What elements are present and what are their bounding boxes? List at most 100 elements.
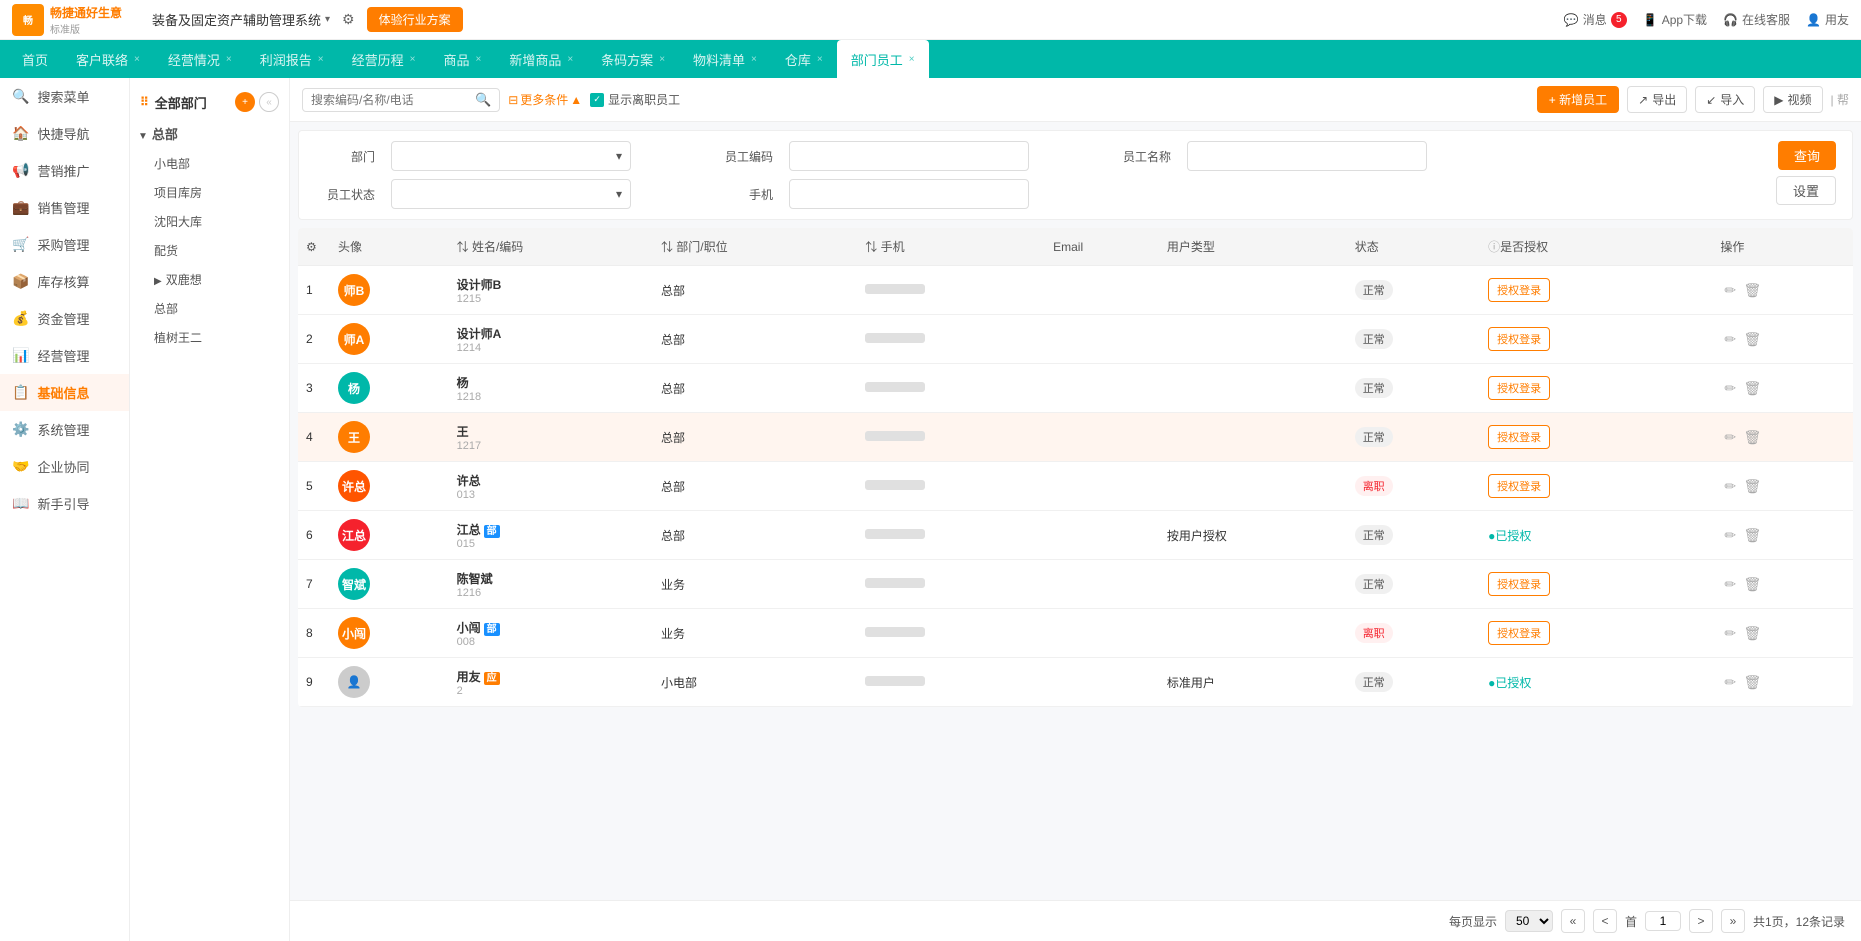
edit-icon[interactable]: ✏	[1724, 429, 1736, 445]
dept-item-headquarters-parent[interactable]: ▼总部	[130, 118, 289, 149]
delete-icon[interactable]: 🗑	[1743, 674, 1761, 690]
trial-btn[interactable]: 体验行业方案	[367, 7, 463, 32]
status-filter-select[interactable]: ▾	[391, 179, 631, 209]
auth-login-btn[interactable]: 授权登录	[1488, 621, 1550, 645]
tab-profit-close[interactable]: ×	[318, 54, 324, 65]
tab-history-close[interactable]: ×	[410, 54, 416, 65]
tab-barcode[interactable]: 条码方案×	[587, 40, 679, 78]
help-btn[interactable]: | 帮	[1831, 91, 1849, 108]
delete-icon[interactable]: 🗑	[1743, 331, 1761, 347]
edit-icon[interactable]: ✏	[1724, 331, 1736, 347]
more-conditions-btn[interactable]: ⊟ 更多条件 ▲	[508, 91, 582, 108]
sidebar-item-finance[interactable]: 💰 资金管理	[0, 300, 129, 337]
edit-icon[interactable]: ✏	[1724, 674, 1736, 690]
tab-bom[interactable]: 物料清单×	[679, 40, 771, 78]
next-page-btn[interactable]: >	[1689, 909, 1713, 933]
sidebar-item-purchase[interactable]: 🛒 采购管理	[0, 226, 129, 263]
delete-icon[interactable]: 🗑	[1743, 625, 1761, 641]
sidebar-item-marketing[interactable]: 📢 营销推广	[0, 152, 129, 189]
search-input-wrap[interactable]: 🔍	[302, 88, 500, 112]
dept-item-headquarters[interactable]: 总部	[130, 294, 289, 323]
search-trigger-icon[interactable]: 🔍	[475, 92, 491, 108]
gear-icon[interactable]: ⚙	[342, 11, 355, 28]
edit-icon[interactable]: ✏	[1724, 282, 1736, 298]
delete-icon[interactable]: 🗑	[1743, 380, 1761, 396]
app-download-btn[interactable]: 📱 App下载	[1643, 11, 1707, 28]
online-service-btn[interactable]: 🎧 在线客服	[1723, 11, 1790, 28]
import-btn[interactable]: ↙ 导入	[1695, 86, 1755, 113]
table-settings-icon[interactable]: ⚙	[306, 240, 317, 254]
delete-icon[interactable]: 🗑	[1743, 429, 1761, 445]
tab-employees-close[interactable]: ×	[909, 54, 915, 65]
tab-history[interactable]: 经营历程×	[338, 40, 430, 78]
dept-add-btn[interactable]: +	[235, 92, 255, 112]
phone-input[interactable]	[789, 179, 1029, 209]
tab-goods-close[interactable]: ×	[475, 54, 481, 65]
sidebar-item-inventory[interactable]: 📦 库存核算	[0, 263, 129, 300]
delete-icon[interactable]: 🗑	[1743, 576, 1761, 592]
sidebar-item-business[interactable]: 📊 经营管理	[0, 337, 129, 374]
tab-customer[interactable]: 客户联络×	[62, 40, 154, 78]
sidebar-item-nav[interactable]: 🏠 快捷导航	[0, 115, 129, 152]
sidebar-item-system[interactable]: ⚙️ 系统管理	[0, 411, 129, 448]
tab-profit[interactable]: 利润报告×	[246, 40, 338, 78]
emp-name-input[interactable]	[1187, 141, 1427, 171]
sidebar-item-basic[interactable]: 📋 基础信息	[0, 374, 129, 411]
tab-add-goods-close[interactable]: ×	[567, 54, 573, 65]
tab-home[interactable]: 首页	[8, 40, 62, 78]
tab-bom-close[interactable]: ×	[751, 54, 757, 65]
per-page-select[interactable]: 50	[1505, 910, 1553, 932]
delete-icon[interactable]: 🗑	[1743, 527, 1761, 543]
dept-item-project-warehouse[interactable]: 项目库房	[130, 178, 289, 207]
tab-barcode-close[interactable]: ×	[659, 54, 665, 65]
add-employee-btn[interactable]: + 新增员工	[1537, 86, 1619, 113]
search-input[interactable]	[311, 93, 471, 107]
query-btn[interactable]: 查询	[1778, 141, 1836, 170]
sidebar-item-sales[interactable]: 💼 销售管理	[0, 189, 129, 226]
system-dropdown-icon[interactable]: ▾	[325, 14, 330, 25]
auth-login-btn[interactable]: 授权登录	[1488, 327, 1550, 351]
auth-login-btn[interactable]: 授权登录	[1488, 425, 1550, 449]
edit-icon[interactable]: ✏	[1724, 527, 1736, 543]
dept-item-shenyang[interactable]: 沈阳大库	[130, 207, 289, 236]
tab-warehouse-close[interactable]: ×	[817, 54, 823, 65]
tab-employees[interactable]: 部门员工×	[837, 40, 929, 78]
tab-add-goods[interactable]: 新增商品×	[495, 40, 587, 78]
delete-icon[interactable]: 🗑	[1743, 282, 1761, 298]
sidebar-item-search[interactable]: 🔍 搜索菜单	[0, 78, 129, 115]
first-page-btn[interactable]: «	[1561, 909, 1585, 933]
dept-item-tree-king[interactable]: 植树王二	[130, 323, 289, 352]
page-number-input[interactable]	[1645, 911, 1681, 931]
edit-icon[interactable]: ✏	[1724, 478, 1736, 494]
auth-login-btn[interactable]: 授权登录	[1488, 376, 1550, 400]
sidebar-item-guide[interactable]: 📖 新手引导	[0, 485, 129, 522]
edit-icon[interactable]: ✏	[1724, 380, 1736, 396]
user-area[interactable]: 👤 用友	[1806, 11, 1849, 28]
tab-operation-close[interactable]: ×	[226, 54, 232, 65]
filter-settings-btn[interactable]: 设置	[1776, 176, 1836, 205]
tab-customer-close[interactable]: ×	[134, 54, 140, 65]
show-resigned-toggle[interactable]: ✓ 显示离职员工	[590, 91, 680, 108]
dept-item-distribution[interactable]: 配货	[130, 236, 289, 265]
resigned-checkbox[interactable]: ✓	[590, 93, 604, 107]
emp-code-input[interactable]	[789, 141, 1029, 171]
dept-item-small-elec[interactable]: 小电部	[130, 149, 289, 178]
delete-icon[interactable]: 🗑	[1743, 478, 1761, 494]
last-page-btn[interactable]: »	[1721, 909, 1745, 933]
prev-page-btn[interactable]: <	[1593, 909, 1617, 933]
export-btn[interactable]: ↗ 导出	[1627, 86, 1687, 113]
view-btn[interactable]: ▶ 视频	[1763, 86, 1822, 113]
messages-btn[interactable]: 💬 消息 5	[1564, 11, 1627, 28]
auth-login-btn[interactable]: 授权登录	[1488, 474, 1550, 498]
auth-login-btn[interactable]: 授权登录	[1488, 572, 1550, 596]
tab-warehouse[interactable]: 仓库×	[771, 40, 837, 78]
edit-icon[interactable]: ✏	[1724, 576, 1736, 592]
sidebar-item-collab[interactable]: 🤝 企业协同	[0, 448, 129, 485]
dept-collapse-btn[interactable]: «	[259, 92, 279, 112]
dept-item-dual-deer[interactable]: ▶双鹿想	[130, 265, 289, 294]
tab-goods[interactable]: 商品×	[429, 40, 495, 78]
edit-icon[interactable]: ✏	[1724, 625, 1736, 641]
dept-filter-select[interactable]: ▾	[391, 141, 631, 171]
tab-operation[interactable]: 经营情况×	[154, 40, 246, 78]
auth-login-btn[interactable]: 授权登录	[1488, 278, 1550, 302]
